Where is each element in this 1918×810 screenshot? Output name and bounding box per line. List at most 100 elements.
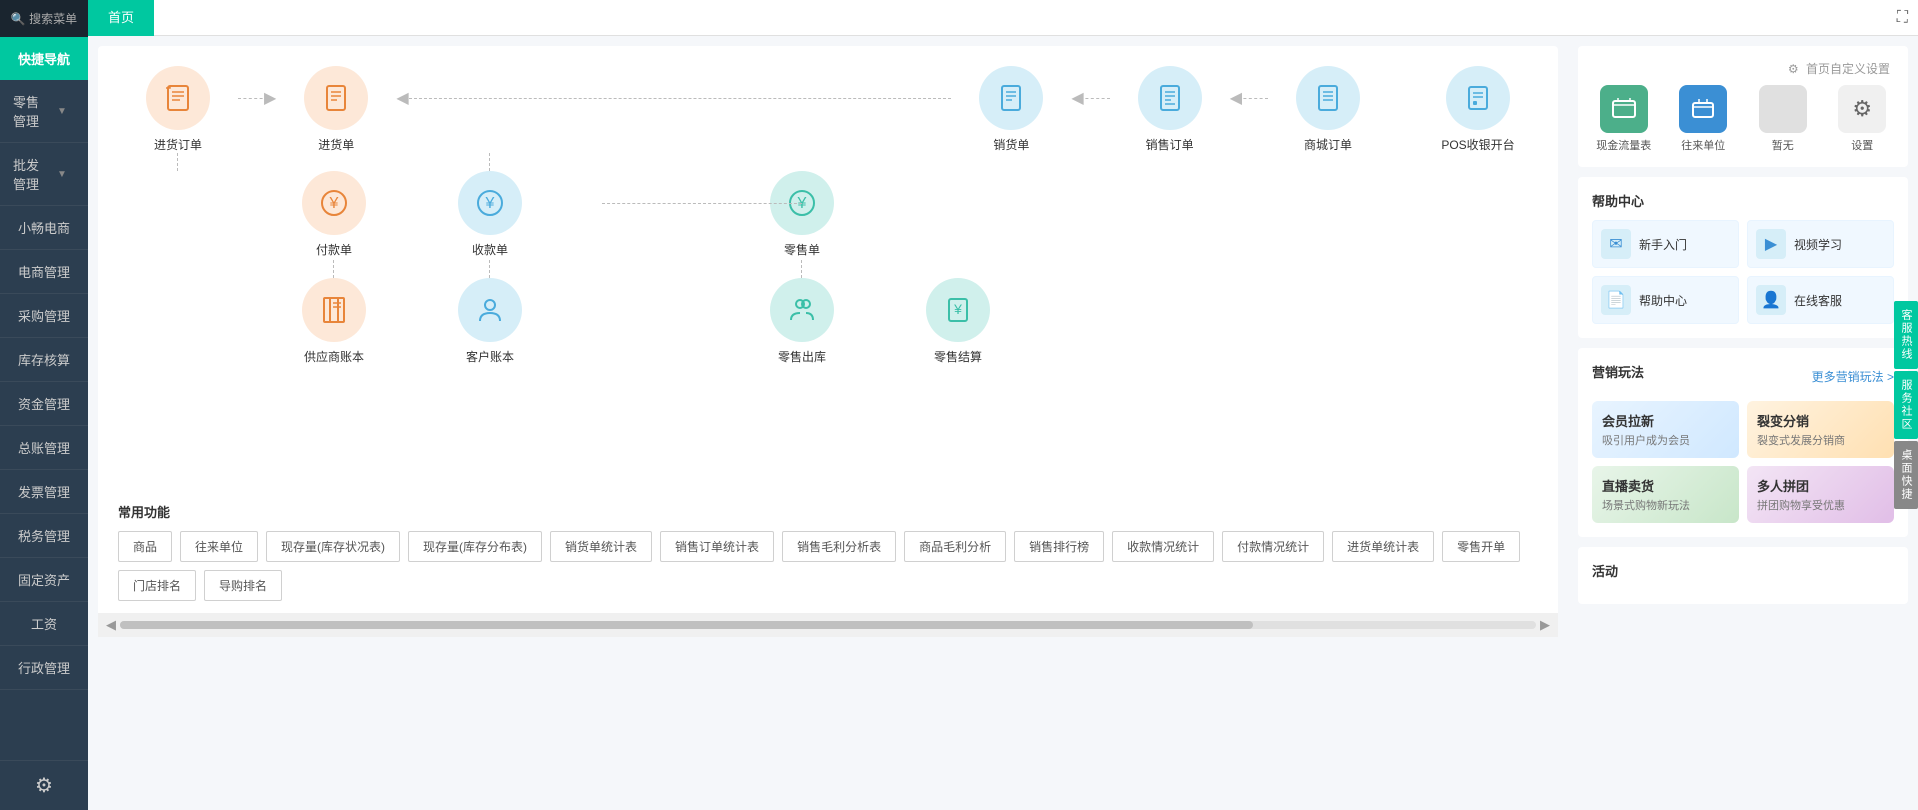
help-item-help[interactable]: 📄 帮助中心 — [1592, 276, 1739, 324]
node-icon-purchase — [304, 66, 368, 130]
func-btn-stock2[interactable]: 现存量(库存分布表) — [408, 531, 542, 562]
scroll-track[interactable] — [120, 621, 1536, 629]
node-icon-customer-book — [458, 278, 522, 342]
quick-icon-none[interactable]: 暂无 — [1751, 85, 1815, 153]
quick-icon-settings[interactable]: ⚙ 设置 — [1831, 85, 1895, 153]
node-sale-order[interactable]: 销售订单 — [1110, 66, 1230, 153]
scroll-left-arrow[interactable]: ◀ — [106, 617, 116, 633]
marketing-item-live[interactable]: 直播卖货 场景式购物新玩法 — [1592, 466, 1739, 523]
settings-icon-box: ⚙ — [1838, 85, 1886, 133]
func-btn-goods-profit[interactable]: 商品毛利分析 — [904, 531, 1006, 562]
help-title: 帮助中心 — [1592, 191, 1894, 210]
node-icon-sale — [979, 66, 1043, 130]
chevron-down-icon: ▼ — [44, 106, 80, 117]
sidebar-highlight[interactable]: 快捷导航 — [0, 37, 88, 80]
node-purchase-order[interactable]: 进货订单 — [118, 66, 238, 153]
func-btn-sale-order-stats[interactable]: 销售订单统计表 — [660, 531, 774, 562]
marketing-item-group[interactable]: 多人拼团 拼团购物享受优惠 — [1747, 466, 1894, 523]
func-btn-payment-stats[interactable]: 付款情况统计 — [1222, 531, 1324, 562]
tab-home[interactable]: 首页 — [88, 0, 154, 36]
node-icon-purchase-order — [146, 66, 210, 130]
sidebar-item-finance[interactable]: 资金管理 — [0, 382, 88, 426]
float-buttons: 客服热线 服务社区 桌面快捷 — [1894, 301, 1918, 509]
svg-text:¥: ¥ — [485, 195, 495, 212]
node-payment[interactable]: ¥ 付款单 — [274, 171, 394, 258]
node-icon-payment: ¥ — [302, 171, 366, 235]
sidebar-item-assets[interactable]: 固定资产 — [0, 558, 88, 602]
scroll-thumb — [120, 621, 1253, 629]
float-btn-service[interactable]: 客服热线 — [1894, 301, 1918, 369]
homepage-settings-link[interactable]: ⚙ 首页自定义设置 — [1592, 60, 1894, 77]
node-supplier-book[interactable]: 供应商账本 — [274, 278, 394, 365]
sidebar: 🔍 搜索菜单 快捷导航 零售管理 ▼ 批发管理 ▼ 小畅电商 电商管理 采购管理… — [0, 0, 88, 810]
func-btn-guide-rank[interactable]: 导购排名 — [204, 570, 282, 601]
sidebar-item-ledger[interactable]: 总账管理 — [0, 426, 88, 470]
func-btn-store-rank[interactable]: 门店排名 — [118, 570, 196, 601]
svg-text:¥: ¥ — [953, 301, 962, 317]
quick-icon-units[interactable]: 往来单位 — [1672, 85, 1736, 153]
node-icon-supplier-book — [302, 278, 366, 342]
sidebar-item-tax[interactable]: 税务管理 — [0, 514, 88, 558]
node-purchase[interactable]: 进货单 — [276, 66, 396, 153]
marketing-title: 营销玩法 — [1592, 362, 1644, 381]
more-marketing-link[interactable]: 更多营销玩法 > — [1812, 368, 1894, 385]
sidebar-item-admin[interactable]: 行政管理 — [0, 646, 88, 690]
chevron-down-icon: ▼ — [44, 169, 80, 180]
sidebar-item-inventory[interactable]: 库存核算 — [0, 338, 88, 382]
svg-text:¥: ¥ — [329, 195, 339, 212]
quick-icons-row: 现金流量表 往来单位 暂无 ⚙ 设置 — [1592, 85, 1894, 153]
func-btn-sale-stats[interactable]: 销货单统计表 — [550, 531, 652, 562]
node-pos[interactable]: POS收银开台 — [1418, 66, 1538, 153]
help-icon-video: ▶ — [1756, 229, 1786, 259]
help-item-service[interactable]: 👤 在线客服 — [1747, 276, 1894, 324]
node-icon-pos — [1446, 66, 1510, 130]
func-btn-sale-rank[interactable]: 销售排行榜 — [1014, 531, 1104, 562]
node-sale[interactable]: 销货单 — [951, 66, 1071, 153]
node-mall-order[interactable]: 商城订单 — [1268, 66, 1388, 153]
common-functions-grid: 商品 往来单位 现存量(库存状况表) 现存量(库存分布表) 销货单统计表 销售订… — [118, 531, 1538, 601]
marketing-item-fission[interactable]: 裂变分销 裂变式发展分销商 — [1747, 401, 1894, 458]
marketing-item-member[interactable]: 会员拉新 吸引用户成为会员 — [1592, 401, 1739, 458]
node-receipt[interactable]: ¥ 收款单 — [430, 171, 550, 258]
float-btn-community[interactable]: 服务社区 — [1894, 371, 1918, 439]
sidebar-item-salary[interactable]: 工资 — [0, 602, 88, 646]
quick-icon-cashflow[interactable]: 现金流量表 — [1592, 85, 1656, 153]
marketing-card: 营销玩法 更多营销玩法 > 会员拉新 吸引用户成为会员 裂变分销 裂变式发展分销… — [1578, 348, 1908, 537]
sidebar-item-invoice[interactable]: 发票管理 — [0, 470, 88, 514]
sidebar-item-ecom-small[interactable]: 小畅电商 — [0, 206, 88, 250]
sidebar-item-ecom-manage[interactable]: 电商管理 — [0, 250, 88, 294]
scroll-right-arrow[interactable]: ▶ — [1540, 617, 1550, 633]
sidebar-item-retail[interactable]: 零售管理 ▼ — [0, 80, 88, 143]
content-area: 进货订单 ▶ 进货单 — [88, 36, 1918, 810]
expand-button[interactable]: ⛶ — [1887, 9, 1918, 27]
node-retail[interactable]: ¥ 零售单 — [742, 171, 862, 258]
func-btn-unit[interactable]: 往来单位 — [180, 531, 258, 562]
node-icon-sale-order — [1138, 66, 1202, 130]
help-item-video[interactable]: ▶ 视频学习 — [1747, 220, 1894, 268]
func-btn-sale-profit[interactable]: 销售毛利分析表 — [782, 531, 896, 562]
activity-title: 活动 — [1592, 561, 1894, 580]
sidebar-search[interactable]: 🔍 搜索菜单 — [0, 0, 88, 37]
sidebar-settings[interactable]: ⚙ — [0, 760, 88, 810]
func-btn-retail-open[interactable]: 零售开单 — [1442, 531, 1520, 562]
quick-access-card: ⚙ 首页自定义设置 现金流量表 往来单位 — [1578, 46, 1908, 167]
marketing-grid: 会员拉新 吸引用户成为会员 裂变分销 裂变式发展分销商 直播卖货 场景式购物新玩… — [1592, 401, 1894, 523]
node-icon-retail-out — [770, 278, 834, 342]
func-btn-receipt-stats[interactable]: 收款情况统计 — [1112, 531, 1214, 562]
node-icon-receipt: ¥ — [458, 171, 522, 235]
right-panel: ⚙ 首页自定义设置 现金流量表 往来单位 — [1568, 36, 1918, 810]
tabbar: 首页 ⛶ — [88, 0, 1918, 36]
float-btn-desktop[interactable]: 桌面快捷 — [1894, 441, 1918, 509]
node-retail-settle[interactable]: ¥ 零售结算 — [898, 278, 1018, 365]
help-item-beginner[interactable]: ✉ 新手入门 — [1592, 220, 1739, 268]
func-btn-stock1[interactable]: 现存量(库存状况表) — [266, 531, 400, 562]
sidebar-item-purchase[interactable]: 采购管理 — [0, 294, 88, 338]
left-panel: 进货订单 ▶ 进货单 — [88, 36, 1568, 810]
sidebar-item-wholesale[interactable]: 批发管理 ▼ — [0, 143, 88, 206]
node-customer-book[interactable]: 客户账本 — [430, 278, 550, 365]
func-btn-goods[interactable]: 商品 — [118, 531, 172, 562]
help-card: 帮助中心 ✉ 新手入门 ▶ 视频学习 📄 帮助中心 👤 — [1578, 177, 1908, 338]
func-btn-purchase-stats[interactable]: 进货单统计表 — [1332, 531, 1434, 562]
node-retail-out[interactable]: 零售出库 — [742, 278, 862, 365]
help-icon-service: 👤 — [1756, 285, 1786, 315]
